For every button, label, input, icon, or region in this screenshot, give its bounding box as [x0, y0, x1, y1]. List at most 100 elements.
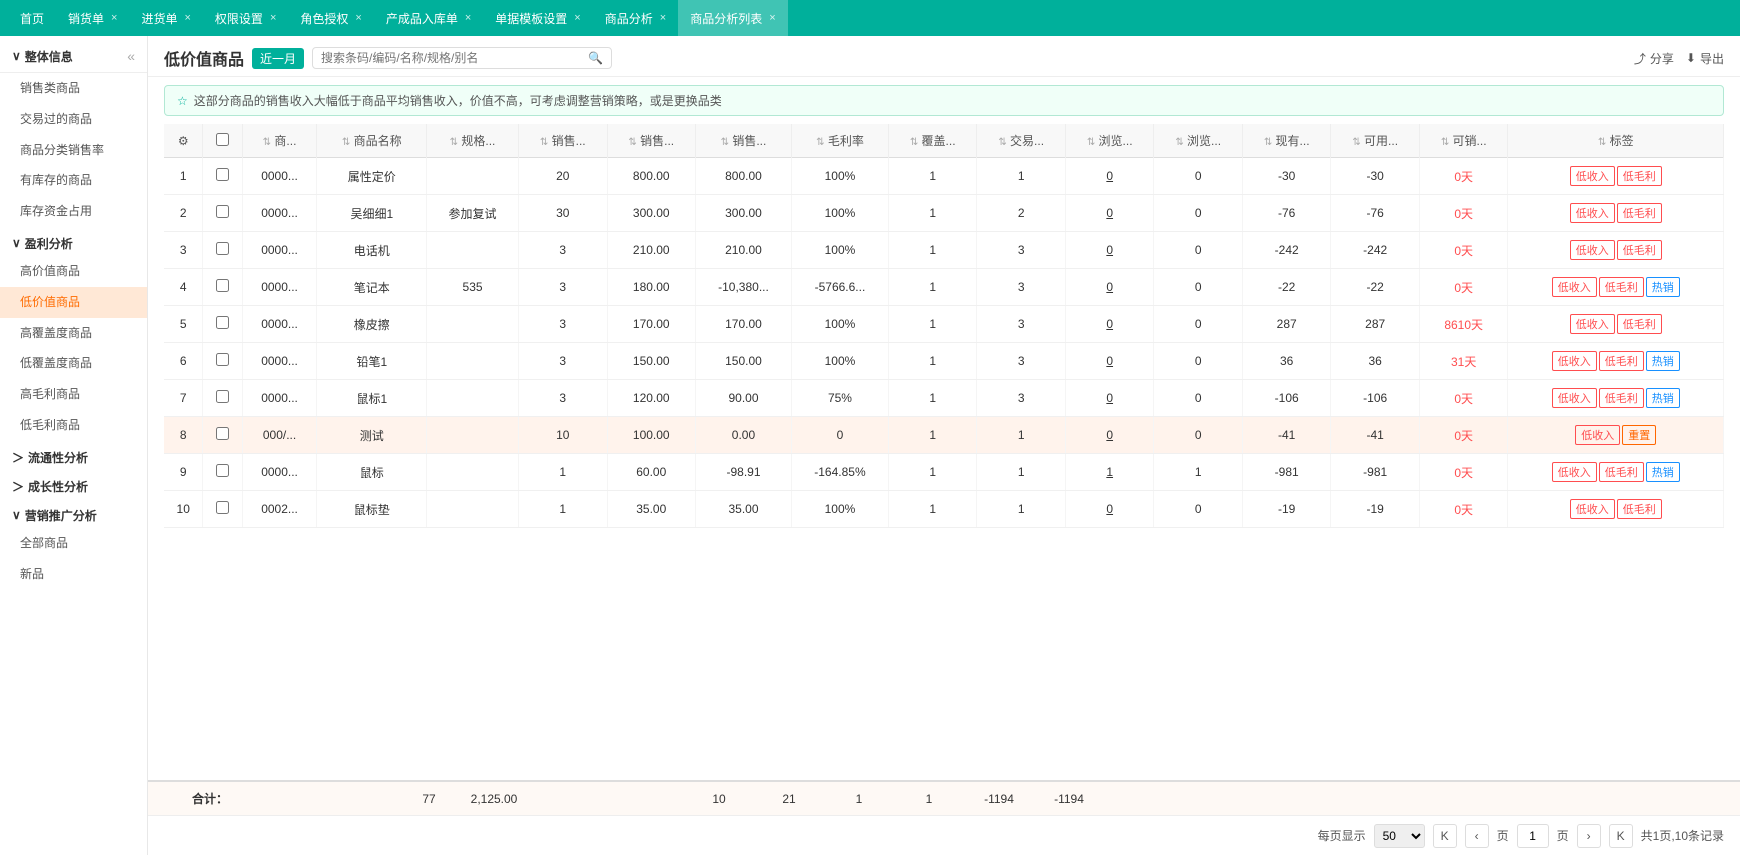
sidebar-item-traded-goods[interactable]: 交易过的商品 — [0, 104, 147, 135]
th-saleable[interactable]: ⇅ 可销... — [1419, 124, 1508, 158]
sidebar-item-category-rate[interactable]: 商品分类销售率 — [0, 135, 147, 166]
info-banner: ☆ 这部分商品的销售收入大幅低于商品平均销售收入，价值不高，可考虑调整营销策略，… — [164, 85, 1724, 116]
browse1-link[interactable]: 0 — [1106, 502, 1113, 516]
sidebar-item-low-coverage[interactable]: 低覆盖度商品 — [0, 348, 147, 379]
select-all-checkbox[interactable] — [216, 133, 229, 146]
row-checkbox[interactable] — [216, 316, 229, 329]
share-button[interactable]: ⤴ 分享 — [1634, 50, 1674, 67]
th-coverage[interactable]: ⇅ 覆盖... — [888, 124, 977, 158]
page-size-select[interactable]: 50 100 200 — [1374, 824, 1425, 848]
browse1-link[interactable]: 0 — [1106, 354, 1113, 368]
sidebar-item-new-goods[interactable]: 新品 — [0, 559, 147, 590]
cell-checkbox[interactable] — [203, 343, 242, 380]
nav-template[interactable]: 单据模板设置 × — [483, 0, 592, 36]
sidebar-group-marketing[interactable]: ∨ 营销推广分析 — [0, 499, 147, 528]
sidebar-group-circulation[interactable]: ＞ 流通性分析 — [0, 441, 147, 470]
cell-checkbox[interactable] — [203, 269, 242, 306]
browse1-link[interactable]: 0 — [1106, 169, 1113, 183]
th-sales-amt[interactable]: ⇅ 销售... — [607, 124, 696, 158]
browse1-link[interactable]: 0 — [1106, 317, 1113, 331]
cell-checkbox[interactable] — [203, 158, 242, 195]
row-checkbox[interactable] — [216, 242, 229, 255]
browse1-link[interactable]: 0 — [1106, 428, 1113, 442]
th-sales-amt2[interactable]: ⇅ 销售... — [696, 124, 792, 158]
first-page-btn[interactable]: K — [1433, 824, 1457, 848]
row-checkbox[interactable] — [216, 279, 229, 292]
row-checkbox[interactable] — [216, 168, 229, 181]
sidebar-group-overall[interactable]: ∨ 整体信息 — [12, 48, 73, 65]
th-available[interactable]: ⇅ 可用... — [1331, 124, 1420, 158]
nav-close-product-in[interactable]: × — [465, 12, 471, 24]
th-spec[interactable]: ⇅ 规格... — [427, 124, 519, 158]
th-tags[interactable]: ⇅ 标签 — [1508, 124, 1724, 158]
content-area: 低价值商品 近一月 🔍 ⤴ 分享 ⬇ 导出 — [148, 36, 1740, 855]
th-trade[interactable]: ⇅ 交易... — [977, 124, 1066, 158]
row-checkbox[interactable] — [216, 427, 229, 440]
row-checkbox[interactable] — [216, 501, 229, 514]
nav-close-roles[interactable]: × — [355, 12, 361, 24]
sidebar-item-high-value[interactable]: 高价值商品 — [0, 256, 147, 287]
cell-checkbox[interactable] — [203, 417, 242, 454]
sidebar-profit-items: 高价值商品 低价值商品 高覆盖度商品 低覆盖度商品 高毛利商品 低毛利商品 — [0, 256, 147, 441]
search-input[interactable] — [321, 51, 584, 65]
date-filter-badge[interactable]: 近一月 — [252, 48, 304, 69]
next-page-btn[interactable]: › — [1577, 824, 1601, 848]
cell-trade: 1 — [977, 417, 1066, 454]
page-number-input[interactable] — [1517, 824, 1549, 848]
search-box[interactable]: 🔍 — [312, 47, 612, 69]
last-page-btn[interactable]: K — [1609, 824, 1633, 848]
nav-product-in[interactable]: 产成品入库单 × — [374, 0, 483, 36]
nav-product-analysis-list[interactable]: 商品分析列表 × — [678, 0, 787, 36]
cell-checkbox[interactable] — [203, 380, 242, 417]
sidebar-group-growth[interactable]: ＞ 成长性分析 — [0, 470, 147, 499]
browse1-link[interactable]: 1 — [1106, 465, 1113, 479]
nav-sales-order[interactable]: 销货单 × — [56, 0, 129, 36]
sidebar-item-high-profit[interactable]: 高毛利商品 — [0, 379, 147, 410]
th-code[interactable]: ⇅ 商... — [242, 124, 317, 158]
browse1-link[interactable]: 0 — [1106, 391, 1113, 405]
nav-close-template[interactable]: × — [574, 12, 580, 24]
cell-checkbox[interactable] — [203, 454, 242, 491]
export-button[interactable]: ⬇ 导出 — [1686, 50, 1724, 67]
nav-close-permissions[interactable]: × — [270, 12, 276, 24]
nav-permissions[interactable]: 权限设置 × — [203, 0, 288, 36]
nav-roles[interactable]: 角色授权 × — [288, 0, 373, 36]
th-gross-rate[interactable]: ⇅ 毛利率 — [791, 124, 888, 158]
th-browse2[interactable]: ⇅ 浏览... — [1154, 124, 1243, 158]
sidebar-item-sales-goods[interactable]: 销售类商品 — [0, 73, 147, 104]
th-settings[interactable]: ⚙ — [164, 124, 203, 158]
prev-page-btn[interactable]: ‹ — [1465, 824, 1489, 848]
th-sales-qty[interactable]: ⇅ 销售... — [519, 124, 608, 158]
sidebar-item-all-goods[interactable]: 全部商品 — [0, 528, 147, 559]
sidebar-collapse-btn[interactable]: « — [123, 44, 139, 68]
cell-checkbox[interactable] — [203, 195, 242, 232]
sidebar-item-stock-capital[interactable]: 库存资金占用 — [0, 196, 147, 227]
th-checkbox[interactable] — [203, 124, 242, 158]
th-browse1[interactable]: ⇅ 浏览... — [1065, 124, 1154, 158]
sidebar-item-low-profit[interactable]: 低毛利商品 — [0, 410, 147, 441]
cell-browse2: 0 — [1154, 306, 1243, 343]
browse1-link[interactable]: 0 — [1106, 243, 1113, 257]
nav-close-sales[interactable]: × — [111, 12, 117, 24]
nav-close-analysis[interactable]: × — [660, 12, 666, 24]
row-checkbox[interactable] — [216, 205, 229, 218]
row-checkbox[interactable] — [216, 464, 229, 477]
row-checkbox[interactable] — [216, 390, 229, 403]
th-current[interactable]: ⇅ 现有... — [1242, 124, 1331, 158]
th-name[interactable]: ⇅ 商品名称 — [317, 124, 427, 158]
sidebar-item-low-value[interactable]: 低价值商品 — [0, 287, 147, 318]
cell-checkbox[interactable] — [203, 306, 242, 343]
browse1-link[interactable]: 0 — [1106, 280, 1113, 294]
cell-checkbox[interactable] — [203, 232, 242, 269]
nav-home[interactable]: 首页 — [8, 0, 56, 36]
cell-checkbox[interactable] — [203, 491, 242, 528]
sidebar-item-high-coverage[interactable]: 高覆盖度商品 — [0, 318, 147, 349]
nav-close-purchase[interactable]: × — [184, 12, 190, 24]
sidebar-group-profit[interactable]: ∨ 盈利分析 — [0, 227, 147, 256]
nav-product-analysis[interactable]: 商品分析 × — [593, 0, 678, 36]
browse1-link[interactable]: 0 — [1106, 206, 1113, 220]
nav-close-analysis-list[interactable]: × — [769, 12, 775, 24]
nav-purchase[interactable]: 进货单 × — [129, 0, 202, 36]
row-checkbox[interactable] — [216, 353, 229, 366]
sidebar-item-stock-goods[interactable]: 有库存的商品 — [0, 165, 147, 196]
